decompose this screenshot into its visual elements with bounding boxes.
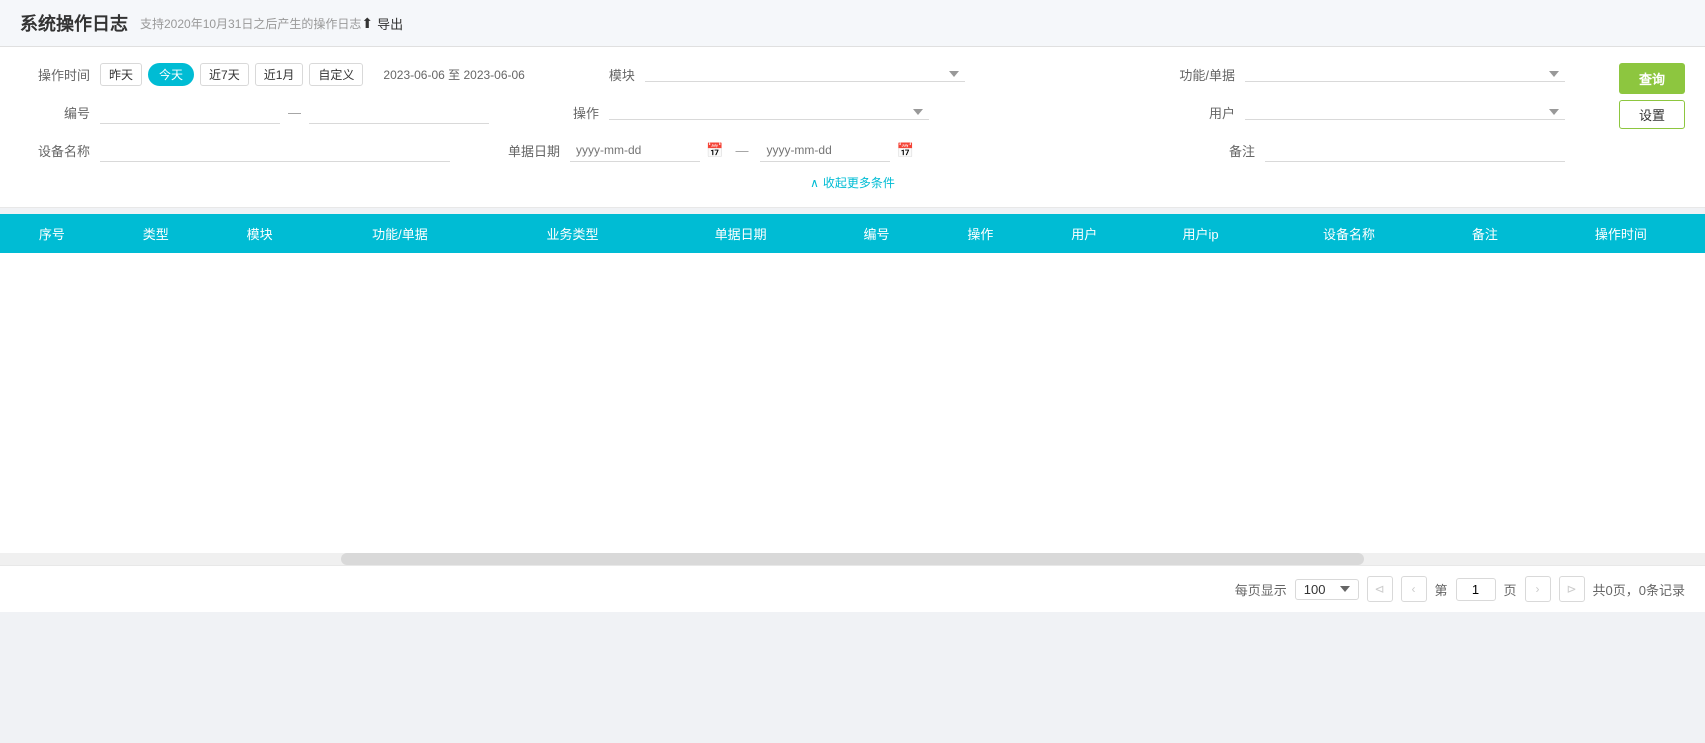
first-page-button[interactable]: ⊲	[1367, 576, 1393, 602]
serial-input-to[interactable]	[309, 100, 489, 124]
table-header-row: 序号类型模块功能/单据业务类型单据日期编号操作用户用户ip设备名称备注操作时间	[0, 214, 1705, 253]
user-select[interactable]	[1245, 105, 1565, 120]
date-range-wrap: 📅 — 📅	[570, 139, 914, 162]
table-col-业务类型: 业务类型	[488, 214, 656, 253]
time-btn-1month[interactable]: 近1月	[255, 63, 304, 86]
operation-label: 操作	[529, 103, 609, 122]
table-col-功能/单据: 功能/单据	[311, 214, 488, 253]
serial-label: 编号	[20, 103, 100, 122]
serial-input-from[interactable]	[100, 100, 280, 124]
table-col-用户ip: 用户ip	[1136, 214, 1265, 253]
table-header: 序号类型模块功能/单据业务类型单据日期编号操作用户用户ip设备名称备注操作时间	[0, 214, 1705, 253]
filter-row-2: 编号 — 操作 用户	[20, 100, 1565, 124]
table-col-用户: 用户	[1032, 214, 1136, 253]
calendar-to-icon[interactable]: 📅	[896, 142, 913, 159]
table-col-序号: 序号	[0, 214, 104, 253]
operation-chevron-icon	[913, 109, 923, 115]
settings-button[interactable]: 设置	[1619, 100, 1685, 129]
table-col-单据日期: 单据日期	[657, 214, 825, 253]
table-col-操作: 操作	[928, 214, 1032, 253]
func-label: 功能/单据	[1165, 65, 1245, 84]
device-label: 设备名称	[20, 141, 100, 160]
export-icon: ⬆	[361, 15, 373, 32]
table-col-备注: 备注	[1433, 214, 1537, 253]
next-page-button[interactable]: ›	[1525, 576, 1551, 602]
filter-row-1: 操作时间 昨天 今天 近7天 近1月 自定义 2023-06-06 至 2023…	[20, 63, 1565, 86]
func-select[interactable]	[1245, 67, 1565, 82]
device-input[interactable]	[100, 138, 450, 162]
page-title: 系统操作日志	[20, 10, 128, 36]
table-col-操作时间: 操作时间	[1537, 214, 1705, 253]
remark-input[interactable]	[1265, 138, 1565, 162]
collapse-button[interactable]: ∧ 收起更多条件	[20, 174, 1685, 191]
func-chevron-icon	[1549, 71, 1559, 77]
filter-section: 操作时间 昨天 今天 近7天 近1月 自定义 2023-06-06 至 2023…	[0, 47, 1705, 208]
user-label: 用户	[1165, 103, 1245, 122]
per-page-select[interactable]: 100	[1295, 579, 1359, 600]
serial-dash: —	[288, 105, 301, 120]
module-chevron-icon	[949, 71, 959, 77]
page-label: 第	[1435, 580, 1448, 599]
per-page-label: 每页显示	[1235, 580, 1287, 599]
empty-area	[0, 253, 1705, 553]
scrollbar-thumb[interactable]	[341, 553, 1364, 565]
user-chevron-icon	[1549, 109, 1559, 115]
page-header: 系统操作日志 支持2020年10月31日之后产生的操作日志 ⬆ 导出	[0, 0, 1705, 47]
collapse-label: 收起更多条件	[823, 174, 895, 191]
export-button[interactable]: ⬆ 导出	[361, 14, 403, 33]
time-btn-today[interactable]: 今天	[148, 63, 194, 86]
per-page-value: 100	[1304, 582, 1326, 597]
time-btn-custom[interactable]: 自定义	[309, 63, 363, 86]
voucher-date-label: 单据日期	[490, 141, 570, 160]
table-col-设备名称: 设备名称	[1265, 214, 1433, 253]
time-btn-yesterday[interactable]: 昨天	[100, 63, 142, 86]
prev-page-button[interactable]: ‹	[1401, 576, 1427, 602]
last-page-button[interactable]: ⊳	[1559, 576, 1585, 602]
date-from-input[interactable]	[570, 139, 700, 162]
data-table: 序号类型模块功能/单据业务类型单据日期编号操作用户用户ip设备名称备注操作时间	[0, 214, 1705, 253]
time-btn-7days[interactable]: 近7天	[200, 63, 249, 86]
date-to-input[interactable]	[760, 139, 890, 162]
date-dash: —	[735, 143, 748, 158]
page-suffix: 页	[1504, 580, 1517, 599]
pagination-bar: 每页显示 100 ⊲ ‹ 第 页 › ⊳ 共0页，0条记录	[0, 565, 1705, 612]
module-label: 模块	[565, 65, 645, 84]
horizontal-scrollbar[interactable]	[0, 553, 1705, 565]
filter-row-3: 设备名称 单据日期 📅 — 📅 备注	[20, 138, 1565, 162]
export-label: 导出	[377, 14, 403, 33]
time-label: 操作时间	[20, 65, 100, 84]
action-buttons: 查询 设置	[1619, 63, 1685, 129]
table-col-编号: 编号	[825, 214, 929, 253]
time-range-text: 2023-06-06 至 2023-06-06	[383, 66, 524, 83]
per-page-chevron-icon	[1340, 586, 1350, 592]
page-subtitle: 支持2020年10月31日之后产生的操作日志	[140, 15, 361, 32]
module-select[interactable]	[645, 67, 965, 82]
remark-label: 备注	[1185, 141, 1265, 160]
query-button[interactable]: 查询	[1619, 63, 1685, 94]
table-col-模块: 模块	[208, 214, 312, 253]
operation-select[interactable]	[609, 105, 929, 120]
total-info: 共0页，0条记录	[1593, 580, 1685, 599]
table-col-类型: 类型	[104, 214, 208, 253]
page-number-input[interactable]	[1456, 578, 1496, 601]
time-selector: 昨天 今天 近7天 近1月 自定义 2023-06-06 至 2023-06-0…	[100, 63, 525, 86]
table-section: 序号类型模块功能/单据业务类型单据日期编号操作用户用户ip设备名称备注操作时间	[0, 214, 1705, 253]
calendar-from-icon[interactable]: 📅	[706, 142, 723, 159]
title-area: 系统操作日志 支持2020年10月31日之后产生的操作日志	[20, 10, 361, 36]
collapse-chevron-icon: ∧	[810, 176, 819, 190]
